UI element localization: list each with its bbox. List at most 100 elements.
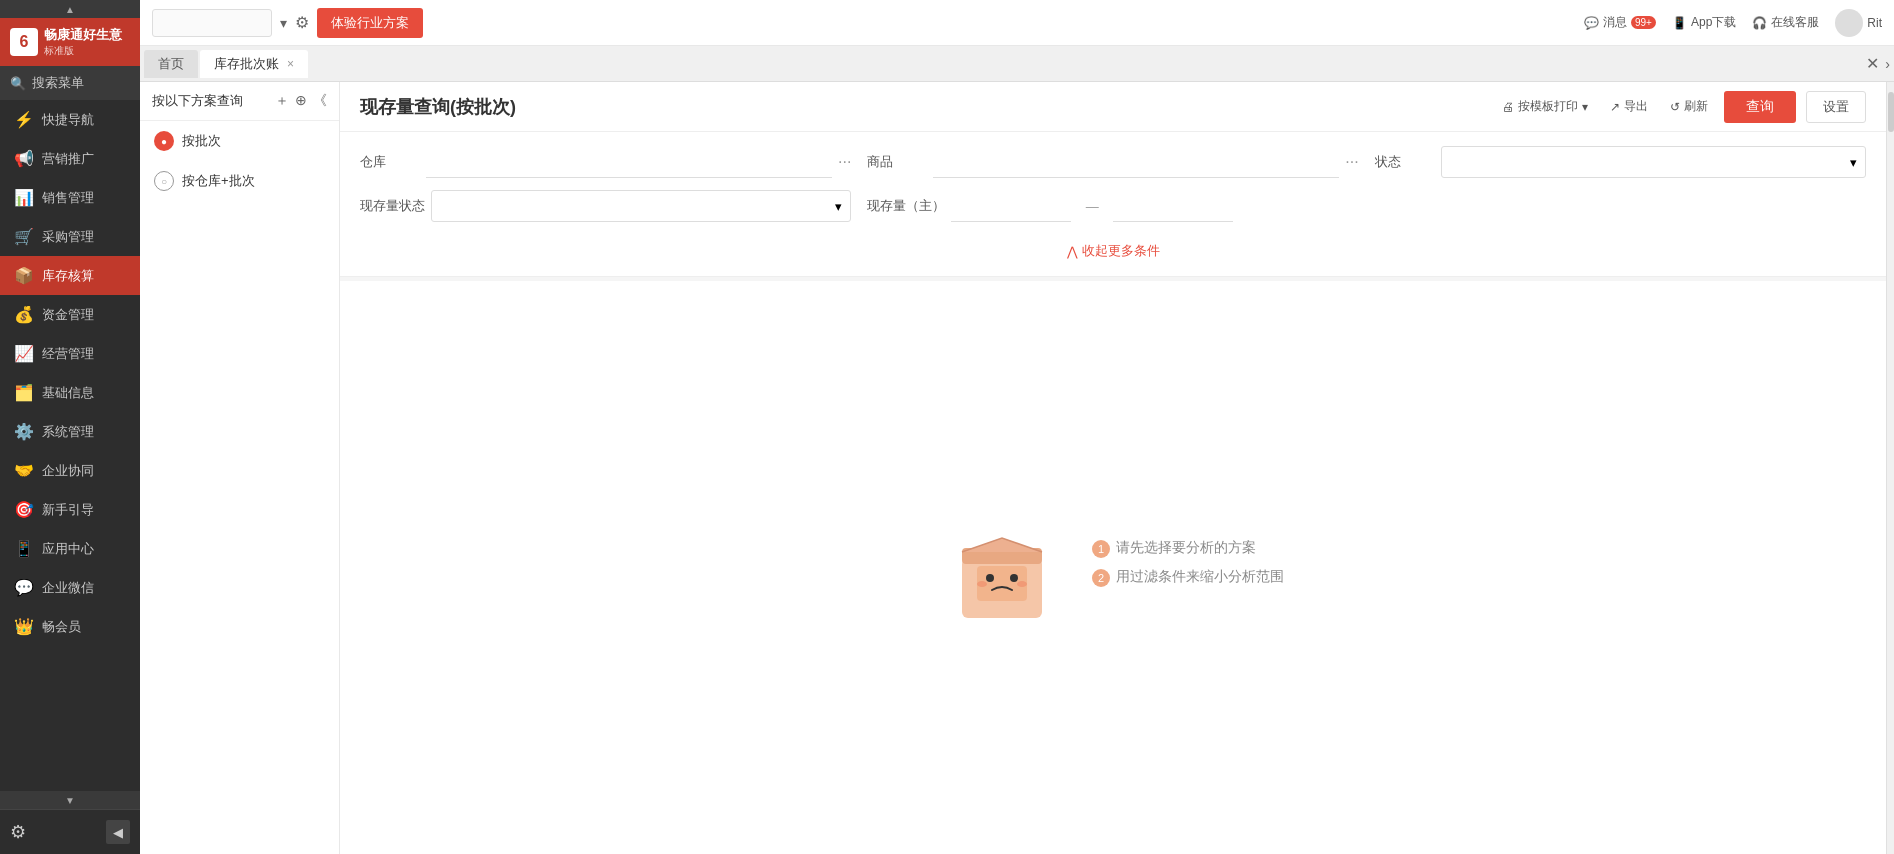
warehouse-input[interactable] [426, 146, 832, 178]
wechat-icon: 💬 [14, 578, 34, 597]
message-btn[interactable]: 💬 消息 99+ [1584, 14, 1656, 31]
svg-point-6 [1017, 581, 1027, 587]
warehouse-filter: 仓库 ··· [360, 146, 851, 178]
right-scrollbar[interactable] [1886, 82, 1894, 854]
basic-icon: 🗂️ [14, 383, 34, 402]
filter-area: 仓库 ··· 商品 ··· 状态 ▾ [340, 132, 1886, 277]
empty-svg [942, 508, 1062, 628]
product-filter: 商品 ··· [867, 146, 1358, 178]
tab-home[interactable]: 首页 [144, 50, 198, 78]
plan-batch-icon: ● [154, 131, 174, 151]
add-plan-icon[interactable]: ＋ [275, 92, 289, 110]
plan-warehouse-label: 按仓库+批次 [182, 172, 255, 190]
sales-icon: 📊 [14, 188, 34, 207]
collapse-up-icon: ⋀ [1067, 244, 1078, 259]
product-more-btn[interactable]: ··· [1345, 153, 1358, 171]
sidebar-item-label: 资金管理 [42, 306, 94, 324]
empty-illustration [942, 508, 1062, 628]
export-btn[interactable]: ↗ 导出 [1604, 94, 1654, 119]
settings-icon[interactable]: ⚙ [10, 821, 26, 843]
purchase-icon: 🛒 [14, 227, 34, 246]
stock-status-filter: 现存量状态 ▾ [360, 190, 851, 222]
page-title: 现存量查询(按批次) [360, 95, 516, 119]
tab-close-btn[interactable]: × [287, 57, 294, 71]
try-industry-btn[interactable]: 体验行业方案 [317, 8, 423, 38]
headset-icon: 🎧 [1752, 16, 1767, 30]
sidebar-item-label: 销售管理 [42, 189, 94, 207]
topbar-search-input[interactable] [152, 9, 272, 37]
tab-inventory-batch[interactable]: 库存批次账 × [200, 50, 308, 78]
right-content: 现存量查询(按批次) 🖨 按模板打印 ▾ ↗ 导出 ↺ 刷新 [340, 82, 1886, 854]
left-panel: 按以下方案查询 ＋ ⊕ 《 ● 按批次 ○ 按仓库+批次 [140, 82, 340, 854]
sidebar-item-quick-nav[interactable]: ⚡ 快捷导航 [0, 100, 140, 139]
page-header-actions: 🖨 按模板打印 ▾ ↗ 导出 ↺ 刷新 查询 设置 [1496, 91, 1866, 123]
sidebar-scroll-down[interactable]: ▼ [0, 791, 140, 809]
message-badge: 99+ [1631, 16, 1656, 29]
hint-text-1: 请先选择要分析的方案 [1116, 539, 1256, 557]
sidebar-item-guide[interactable]: 🎯 新手引导 [0, 490, 140, 529]
topbar-gear-btn[interactable]: ⚙ [295, 13, 309, 32]
online-service-label: 在线客服 [1771, 14, 1819, 31]
sidebar-item-label: 采购管理 [42, 228, 94, 246]
topbar-dropdown-btn[interactable]: ▾ [280, 15, 287, 31]
sidebar-item-finance[interactable]: 💰 资金管理 [0, 295, 140, 334]
sidebar-item-apps[interactable]: 📱 应用中心 [0, 529, 140, 568]
query-btn[interactable]: 查询 [1724, 91, 1796, 123]
print-icon: 🖨 [1502, 100, 1514, 114]
online-service-btn[interactable]: 🎧 在线客服 [1752, 14, 1819, 31]
apps-icon: 📱 [14, 539, 34, 558]
sidebar-item-label: 畅会员 [42, 618, 81, 636]
stock-qty-min-input[interactable] [951, 190, 1071, 222]
stock-status-select[interactable]: ▾ [431, 190, 851, 222]
plan-by-batch[interactable]: ● 按批次 [140, 121, 339, 161]
user-avatar [1835, 9, 1863, 37]
sidebar-item-inventory[interactable]: 📦 库存核算 [0, 256, 140, 295]
status-select[interactable]: ▾ [1441, 146, 1866, 178]
sidebar-item-label: 系统管理 [42, 423, 94, 441]
message-label: 消息 [1603, 14, 1627, 31]
sidebar-item-marketing[interactable]: 📢 营销推广 [0, 139, 140, 178]
app-version: 标准版 [44, 44, 122, 58]
sidebar-collapse-btn[interactable]: ◀ [106, 820, 130, 844]
stock-qty-max-input[interactable] [1113, 190, 1233, 222]
sidebar-item-operations[interactable]: 📈 经营管理 [0, 334, 140, 373]
app-download-btn[interactable]: 📱 App下载 [1672, 14, 1736, 31]
product-input[interactable] [933, 146, 1339, 178]
sidebar-item-purchase[interactable]: 🛒 采购管理 [0, 217, 140, 256]
sidebar-item-label: 经营管理 [42, 345, 94, 363]
print-template-btn[interactable]: 🖨 按模板打印 ▾ [1496, 94, 1594, 119]
stock-qty-filter: 现存量（主） — [867, 190, 1358, 222]
sidebar-item-system[interactable]: ⚙️ 系统管理 [0, 412, 140, 451]
stock-status-dropdown-icon: ▾ [835, 199, 842, 214]
sidebar-footer: ⚙ ◀ [0, 809, 140, 854]
status-dropdown-icon: ▾ [1850, 155, 1857, 170]
sidebar-scroll-up[interactable]: ▲ [0, 0, 140, 18]
warehouse-more-btn[interactable]: ··· [838, 153, 851, 171]
sidebar-item-member[interactable]: 👑 畅会员 [0, 607, 140, 646]
collapse-more-btn[interactable]: ⋀ 收起更多条件 [360, 234, 1866, 262]
inventory-icon: 📦 [14, 266, 34, 285]
sidebar: ▲ 6 畅康通好生意 标准版 🔍 搜索菜单 ⚡ 快捷导航 📢 营销推广 📊 销售… [0, 0, 140, 854]
sidebar-item-basic[interactable]: 🗂️ 基础信息 [0, 373, 140, 412]
close-all-tabs-btn[interactable]: ✕ [1866, 54, 1879, 73]
tab-home-label: 首页 [158, 55, 184, 73]
tab-bar-right: ✕ › [1866, 54, 1890, 73]
sidebar-item-label: 企业微信 [42, 579, 94, 597]
settings-btn[interactable]: 设置 [1806, 91, 1866, 123]
sidebar-item-label: 新手引导 [42, 501, 94, 519]
sidebar-search[interactable]: 🔍 搜索菜单 [0, 66, 140, 100]
user-profile-btn[interactable]: Rit [1835, 9, 1882, 37]
sidebar-item-wechat[interactable]: 💬 企业微信 [0, 568, 140, 607]
collapse-panel-icon[interactable]: 《 [313, 92, 327, 110]
left-panel-header: 按以下方案查询 ＋ ⊕ 《 [140, 82, 339, 121]
settings-plan-icon[interactable]: ⊕ [295, 92, 307, 110]
sidebar-item-enterprise[interactable]: 🤝 企业协同 [0, 451, 140, 490]
sidebar-search-label: 搜索菜单 [32, 74, 84, 92]
plan-by-warehouse-batch[interactable]: ○ 按仓库+批次 [140, 161, 339, 201]
sidebar-item-sales[interactable]: 📊 销售管理 [0, 178, 140, 217]
refresh-btn[interactable]: ↺ 刷新 [1664, 94, 1714, 119]
warehouse-label: 仓库 [360, 153, 420, 171]
tab-scroll-right-icon[interactable]: › [1885, 56, 1890, 72]
empty-hint-1: 1 请先选择要分析的方案 [1092, 539, 1284, 558]
scrollbar-thumb [1888, 92, 1894, 132]
